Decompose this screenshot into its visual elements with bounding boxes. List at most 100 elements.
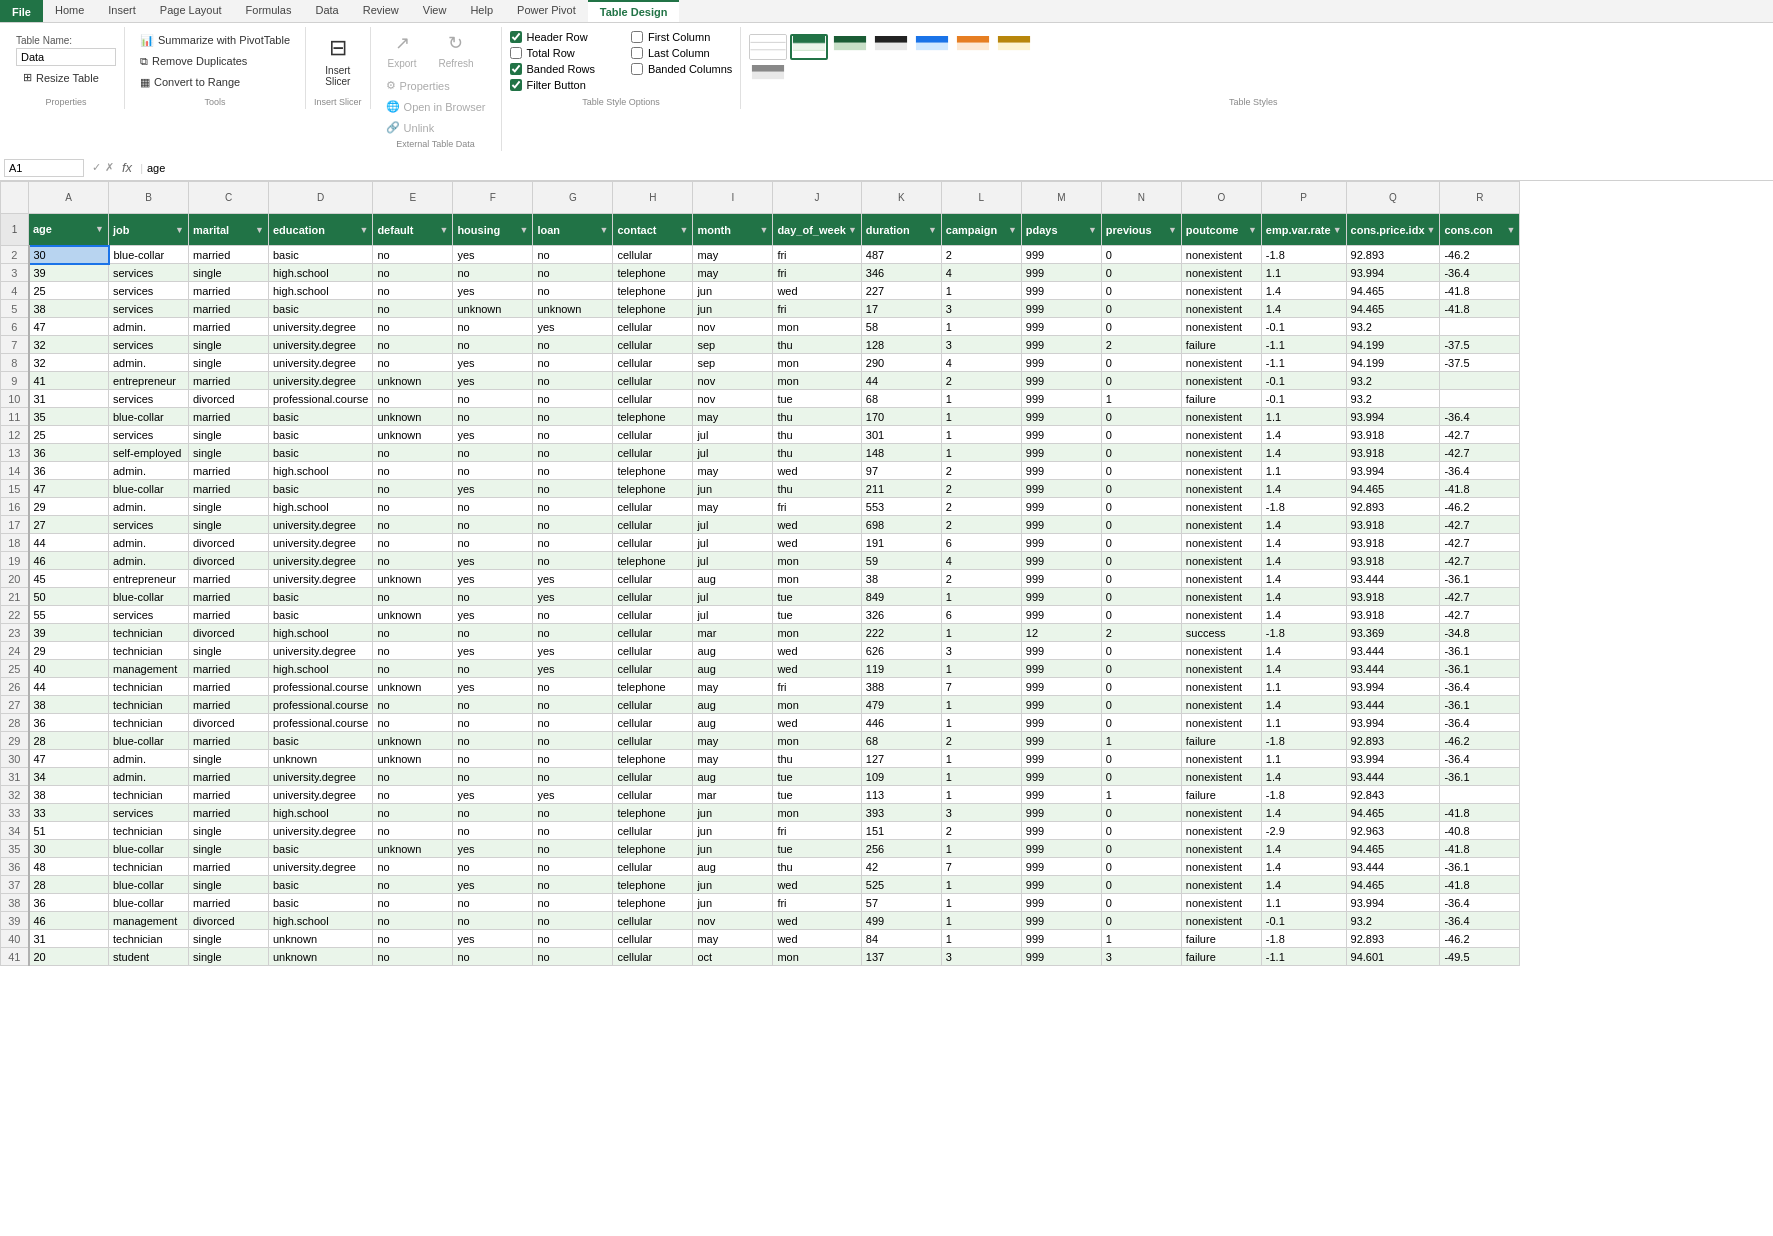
- cell-r40-c13[interactable]: 999: [1021, 930, 1101, 948]
- cell-r14-c6[interactable]: no: [453, 462, 533, 480]
- cell-r37-c6[interactable]: yes: [453, 876, 533, 894]
- cell-r5-c6[interactable]: unknown: [453, 300, 533, 318]
- cell-r36-c17[interactable]: 93.444: [1346, 858, 1440, 876]
- cell-r4-c13[interactable]: 999: [1021, 282, 1101, 300]
- cell-r9-c3[interactable]: married: [189, 372, 269, 390]
- cell-r12-c12[interactable]: 1: [941, 426, 1021, 444]
- cell-r39-c18[interactable]: -36.4: [1440, 912, 1520, 930]
- cell-r12-c7[interactable]: no: [533, 426, 613, 444]
- col-letter-R[interactable]: R: [1440, 182, 1520, 214]
- cell-r33-c3[interactable]: married: [189, 804, 269, 822]
- cell-r6-c13[interactable]: 999: [1021, 318, 1101, 336]
- cell-r4-c16[interactable]: 1.4: [1261, 282, 1346, 300]
- cell-r21-c10[interactable]: tue: [773, 588, 861, 606]
- cell-r21-c17[interactable]: 93.918: [1346, 588, 1440, 606]
- cell-r22-c3[interactable]: married: [189, 606, 269, 624]
- col-header-housing[interactable]: housing▼: [453, 214, 533, 246]
- cell-r37-c13[interactable]: 999: [1021, 876, 1101, 894]
- cell-r2-c17[interactable]: 92.893: [1346, 246, 1440, 264]
- cell-r24-c4[interactable]: university.degree: [269, 642, 373, 660]
- cell-r34-c6[interactable]: no: [453, 822, 533, 840]
- cell-r29-c6[interactable]: no: [453, 732, 533, 750]
- cell-r19-c10[interactable]: mon: [773, 552, 861, 570]
- cell-r8-c14[interactable]: 0: [1101, 354, 1181, 372]
- formula-cross[interactable]: ✗: [105, 161, 114, 174]
- cell-r39-c17[interactable]: 93.2: [1346, 912, 1440, 930]
- cell-r33-c8[interactable]: telephone: [613, 804, 693, 822]
- cell-r38-c18[interactable]: -36.4: [1440, 894, 1520, 912]
- cell-r16-c2[interactable]: admin.: [109, 498, 189, 516]
- cell-r40-c15[interactable]: failure: [1181, 930, 1261, 948]
- cell-r10-c16[interactable]: -0.1: [1261, 390, 1346, 408]
- cell-r28-c11[interactable]: 446: [861, 714, 941, 732]
- cell-r7-c1[interactable]: 32: [29, 336, 109, 354]
- cell-r20-c1[interactable]: 45: [29, 570, 109, 588]
- cell-r37-c8[interactable]: telephone: [613, 876, 693, 894]
- cell-r12-c10[interactable]: thu: [773, 426, 861, 444]
- cell-r31-c14[interactable]: 0: [1101, 768, 1181, 786]
- cell-r8-c5[interactable]: no: [373, 354, 453, 372]
- cell-r41-c11[interactable]: 137: [861, 948, 941, 966]
- cell-r3-c16[interactable]: 1.1: [1261, 264, 1346, 282]
- cell-r33-c7[interactable]: no: [533, 804, 613, 822]
- cell-r3-c3[interactable]: single: [189, 264, 269, 282]
- col-header-job[interactable]: job▼: [109, 214, 189, 246]
- cell-r16-c9[interactable]: may: [693, 498, 773, 516]
- cell-r19-c13[interactable]: 999: [1021, 552, 1101, 570]
- cell-r4-c14[interactable]: 0: [1101, 282, 1181, 300]
- cell-r34-c10[interactable]: fri: [773, 822, 861, 840]
- cell-r15-c14[interactable]: 0: [1101, 480, 1181, 498]
- cell-r37-c16[interactable]: 1.4: [1261, 876, 1346, 894]
- cell-r23-c16[interactable]: -1.8: [1261, 624, 1346, 642]
- cell-r23-c7[interactable]: no: [533, 624, 613, 642]
- cell-r16-c13[interactable]: 999: [1021, 498, 1101, 516]
- cell-r26-c7[interactable]: no: [533, 678, 613, 696]
- table-name-input[interactable]: [16, 48, 116, 66]
- col-header-marital[interactable]: marital▼: [189, 214, 269, 246]
- cell-r32-c14[interactable]: 1: [1101, 786, 1181, 804]
- table-row[interactable]: 3134admin.marrieduniversity.degreenonono…: [1, 768, 1520, 786]
- cell-r40-c14[interactable]: 1: [1101, 930, 1181, 948]
- cell-r37-c4[interactable]: basic: [269, 876, 373, 894]
- cell-r31-c7[interactable]: no: [533, 768, 613, 786]
- cell-r38-c6[interactable]: no: [453, 894, 533, 912]
- cell-r27-c12[interactable]: 1: [941, 696, 1021, 714]
- cell-r33-c4[interactable]: high.school: [269, 804, 373, 822]
- cell-r33-c10[interactable]: mon: [773, 804, 861, 822]
- cell-r4-c18[interactable]: -41.8: [1440, 282, 1520, 300]
- cell-r12-c11[interactable]: 301: [861, 426, 941, 444]
- cell-r25-c3[interactable]: married: [189, 660, 269, 678]
- cell-r14-c17[interactable]: 93.994: [1346, 462, 1440, 480]
- cell-r18-c3[interactable]: divorced: [189, 534, 269, 552]
- cell-r39-c8[interactable]: cellular: [613, 912, 693, 930]
- cell-r14-c2[interactable]: admin.: [109, 462, 189, 480]
- cell-r37-c9[interactable]: jun: [693, 876, 773, 894]
- cell-r14-c15[interactable]: nonexistent: [1181, 462, 1261, 480]
- cell-r12-c18[interactable]: -42.7: [1440, 426, 1520, 444]
- cell-r5-c15[interactable]: nonexistent: [1181, 300, 1261, 318]
- cell-r18-c1[interactable]: 44: [29, 534, 109, 552]
- cell-r2-c8[interactable]: cellular: [613, 246, 693, 264]
- cell-r30-c3[interactable]: single: [189, 750, 269, 768]
- cell-r36-c1[interactable]: 48: [29, 858, 109, 876]
- cell-r22-c7[interactable]: no: [533, 606, 613, 624]
- cell-r21-c3[interactable]: married: [189, 588, 269, 606]
- cell-r3-c4[interactable]: high.school: [269, 264, 373, 282]
- cell-r34-c2[interactable]: technician: [109, 822, 189, 840]
- cell-r4-c5[interactable]: no: [373, 282, 453, 300]
- col-letter-J[interactable]: J: [773, 182, 861, 214]
- first-column-checkbox-label[interactable]: First Column: [631, 31, 732, 43]
- cell-r9-c17[interactable]: 93.2: [1346, 372, 1440, 390]
- cell-r35-c13[interactable]: 999: [1021, 840, 1101, 858]
- cell-r36-c2[interactable]: technician: [109, 858, 189, 876]
- cell-r16-c18[interactable]: -46.2: [1440, 498, 1520, 516]
- cell-r27-c1[interactable]: 38: [29, 696, 109, 714]
- cell-r39-c12[interactable]: 1: [941, 912, 1021, 930]
- cell-r4-c8[interactable]: telephone: [613, 282, 693, 300]
- cell-r4-c11[interactable]: 227: [861, 282, 941, 300]
- cell-r24-c6[interactable]: yes: [453, 642, 533, 660]
- cell-r26-c3[interactable]: married: [189, 678, 269, 696]
- cell-r18-c7[interactable]: no: [533, 534, 613, 552]
- cell-r31-c6[interactable]: no: [453, 768, 533, 786]
- cell-r21-c14[interactable]: 0: [1101, 588, 1181, 606]
